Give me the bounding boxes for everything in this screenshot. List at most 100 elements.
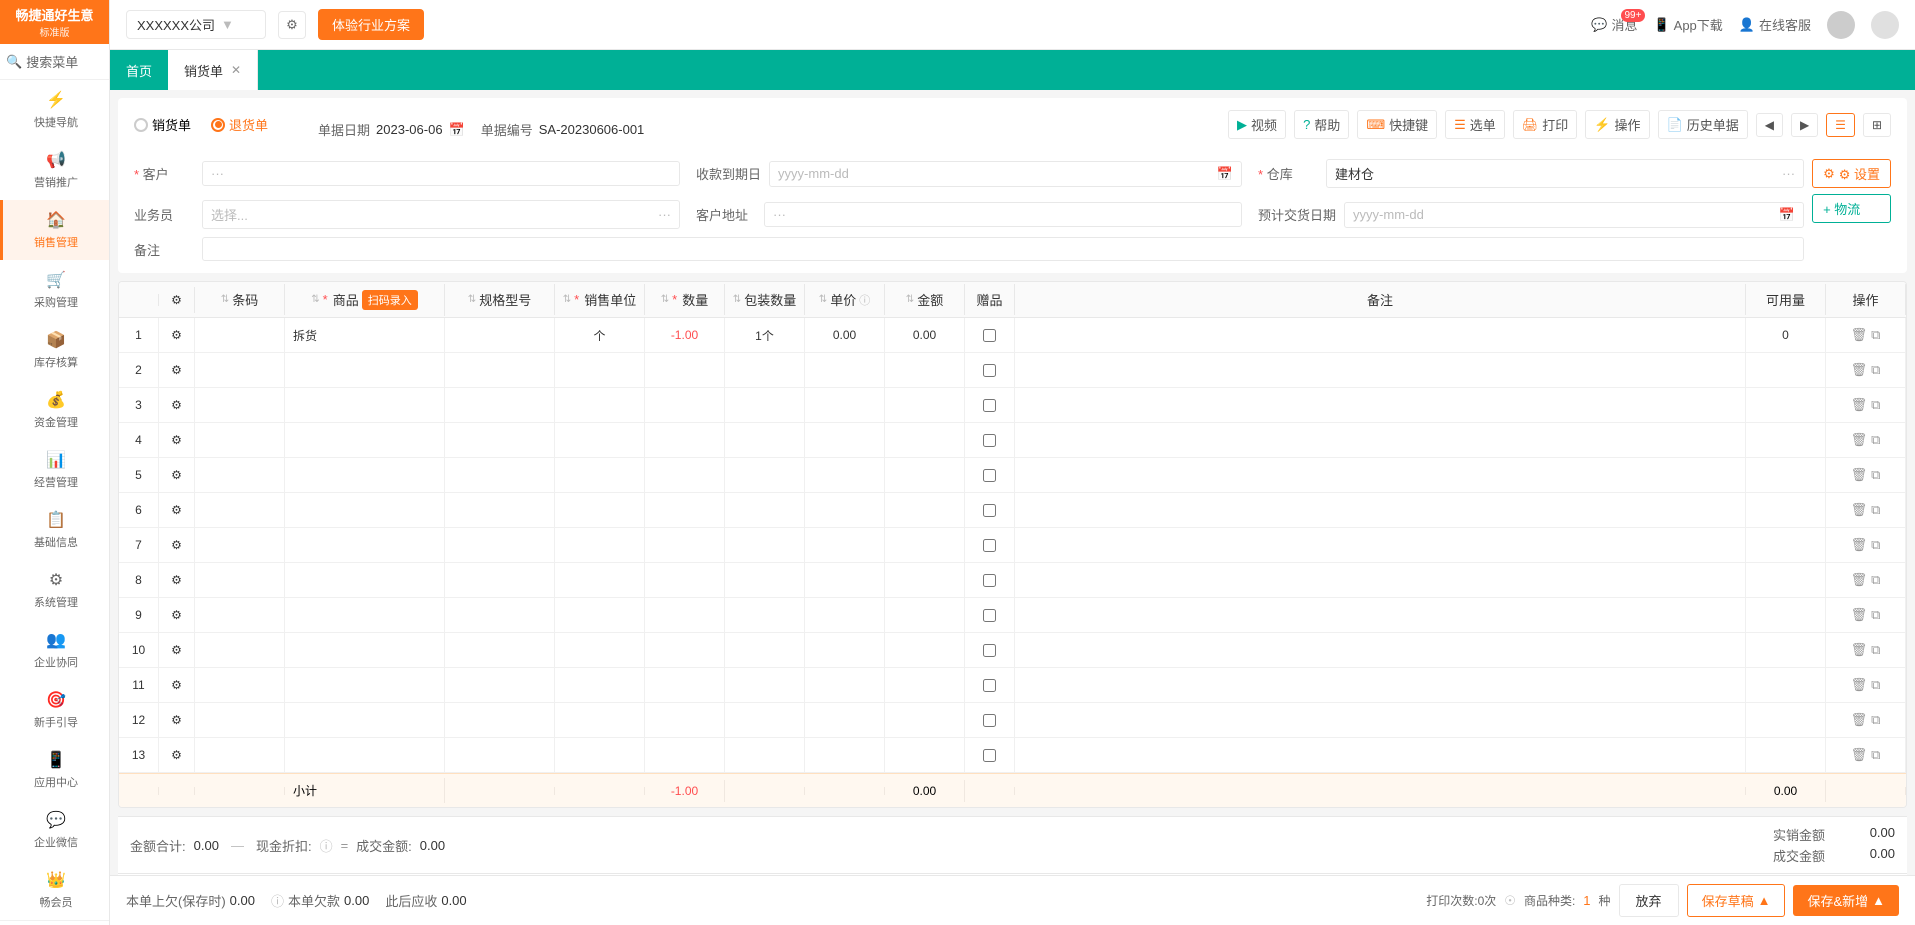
sidebar-item-basic-info[interactable]: 📋 基础信息 xyxy=(0,500,109,560)
td-gift-13[interactable] xyxy=(965,738,1015,772)
td-qty-6[interactable] xyxy=(645,493,725,527)
td-barcode-5[interactable] xyxy=(195,458,285,492)
td-unit-9[interactable] xyxy=(555,598,645,632)
delete-icon-4[interactable]: 🗑 xyxy=(1851,432,1868,448)
td-amount-9[interactable] xyxy=(885,598,965,632)
delete-icon-1[interactable]: 🗑 xyxy=(1851,327,1868,343)
sidebar-item-marketing[interactable]: 📢 营销推广 xyxy=(0,140,109,200)
sidebar-logo[interactable]: 畅捷通好生意 标准版 xyxy=(0,0,109,44)
td-goods-4[interactable] xyxy=(285,423,445,457)
customer-input[interactable]: ··· xyxy=(202,161,680,186)
gift-checkbox-9[interactable] xyxy=(983,609,996,622)
td-settings-11[interactable]: ⚙ xyxy=(159,668,195,702)
td-spec-3[interactable] xyxy=(445,388,555,422)
td-settings-4[interactable]: ⚙ xyxy=(159,423,195,457)
gift-checkbox-6[interactable] xyxy=(983,504,996,517)
return-radio[interactable]: 退货单 xyxy=(211,115,268,134)
td-spec-10[interactable] xyxy=(445,633,555,667)
td-goods-13[interactable] xyxy=(285,738,445,772)
td-qty-5[interactable] xyxy=(645,458,725,492)
sidebar-search[interactable]: 🔍 搜索菜单 xyxy=(0,44,109,80)
td-amount-5[interactable] xyxy=(885,458,965,492)
settings-gear-button[interactable]: ⚙ xyxy=(278,11,306,39)
td-spec-12[interactable] xyxy=(445,703,555,737)
gift-checkbox-4[interactable] xyxy=(983,434,996,447)
td-barcode-1[interactable] xyxy=(195,318,285,352)
td-gift-7[interactable] xyxy=(965,528,1015,562)
sidebar-item-collaboration[interactable]: 👥 企业协同 xyxy=(0,620,109,680)
td-note-1[interactable] xyxy=(1015,318,1746,352)
td-pack-11[interactable] xyxy=(725,668,805,702)
sidebar-item-inventory[interactable]: 📦 库存核算 xyxy=(0,320,109,380)
copy-icon-5[interactable]: ⧉ xyxy=(1871,467,1880,483)
delete-icon-12[interactable]: 🗑 xyxy=(1851,712,1868,728)
copy-icon-12[interactable]: ⧉ xyxy=(1871,712,1880,728)
sidebar-item-member[interactable]: 👑 畅会员 xyxy=(0,860,109,920)
td-settings-13[interactable]: ⚙ xyxy=(159,738,195,772)
settings-button[interactable]: ⚙ ⚙ 设置 xyxy=(1812,159,1891,188)
td-settings-8[interactable]: ⚙ xyxy=(159,563,195,597)
user-avatar-2[interactable] xyxy=(1871,11,1899,39)
online-service-link[interactable]: 👤 在线客服 xyxy=(1739,15,1811,34)
td-pack-2[interactable] xyxy=(725,353,805,387)
copy-icon-9[interactable]: ⧉ xyxy=(1871,607,1880,623)
calendar-icon[interactable]: 📅 xyxy=(449,122,465,138)
td-barcode-10[interactable] xyxy=(195,633,285,667)
td-gift-4[interactable] xyxy=(965,423,1015,457)
td-qty-9[interactable] xyxy=(645,598,725,632)
td-amount-4[interactable] xyxy=(885,423,965,457)
sidebar-item-management[interactable]: 📊 经营管理 xyxy=(0,440,109,500)
sidebar-item-purchase[interactable]: 🛒 采购管理 xyxy=(0,260,109,320)
gift-checkbox-8[interactable] xyxy=(983,574,996,587)
td-goods-1[interactable]: 拆货 xyxy=(285,318,445,352)
delete-icon-13[interactable]: 🗑 xyxy=(1851,747,1868,763)
user-avatar[interactable] xyxy=(1827,11,1855,39)
td-pack-6[interactable] xyxy=(725,493,805,527)
td-price-5[interactable] xyxy=(805,458,885,492)
delete-icon-11[interactable]: 🗑 xyxy=(1851,677,1868,693)
td-amount-2[interactable] xyxy=(885,353,965,387)
td-gift-8[interactable] xyxy=(965,563,1015,597)
td-qty-7[interactable] xyxy=(645,528,725,562)
next-button[interactable]: ▶ xyxy=(1791,113,1818,137)
td-goods-5[interactable] xyxy=(285,458,445,492)
td-spec-1[interactable] xyxy=(445,318,555,352)
td-amount-1[interactable]: 0.00 xyxy=(885,318,965,352)
sidebar-item-guide[interactable]: 🎯 新手引导 xyxy=(0,680,109,740)
td-pack-9[interactable] xyxy=(725,598,805,632)
td-spec-5[interactable] xyxy=(445,458,555,492)
help-button[interactable]: ? 帮助 xyxy=(1294,110,1349,139)
td-note-2[interactable] xyxy=(1015,353,1746,387)
td-qty-11[interactable] xyxy=(645,668,725,702)
td-unit-12[interactable] xyxy=(555,703,645,737)
td-spec-2[interactable] xyxy=(445,353,555,387)
td-pack-4[interactable] xyxy=(725,423,805,457)
delete-icon-9[interactable]: 🗑 xyxy=(1851,607,1868,623)
td-unit-1[interactable]: 个 xyxy=(555,318,645,352)
td-price-12[interactable] xyxy=(805,703,885,737)
td-settings-6[interactable]: ⚙ xyxy=(159,493,195,527)
td-price-1[interactable]: 0.00 xyxy=(805,318,885,352)
td-unit-6[interactable] xyxy=(555,493,645,527)
app-download-link[interactable]: 📱 App下载 xyxy=(1653,15,1722,34)
sidebar-item-finance[interactable]: 💰 资金管理 xyxy=(0,380,109,440)
copy-icon-8[interactable]: ⧉ xyxy=(1871,572,1880,588)
td-pack-12[interactable] xyxy=(725,703,805,737)
td-goods-11[interactable] xyxy=(285,668,445,702)
td-gift-5[interactable] xyxy=(965,458,1015,492)
td-pack-10[interactable] xyxy=(725,633,805,667)
trial-button[interactable]: 体验行业方案 xyxy=(318,9,424,40)
copy-icon-6[interactable]: ⧉ xyxy=(1871,502,1880,518)
sidebar-item-wechat[interactable]: 💬 企业微信 xyxy=(0,800,109,860)
delete-icon-6[interactable]: 🗑 xyxy=(1851,502,1868,518)
td-barcode-4[interactable] xyxy=(195,423,285,457)
company-selector[interactable]: XXXXXX公司 ▼ xyxy=(126,10,266,39)
td-unit-5[interactable] xyxy=(555,458,645,492)
td-unit-11[interactable] xyxy=(555,668,645,702)
history-button[interactable]: 📄 历史单据 xyxy=(1658,110,1748,139)
td-pack-7[interactable] xyxy=(725,528,805,562)
gift-checkbox-2[interactable] xyxy=(983,364,996,377)
td-note-7[interactable] xyxy=(1015,528,1746,562)
td-unit-10[interactable] xyxy=(555,633,645,667)
message-button[interactable]: 💬 消息 99+ xyxy=(1591,15,1637,34)
